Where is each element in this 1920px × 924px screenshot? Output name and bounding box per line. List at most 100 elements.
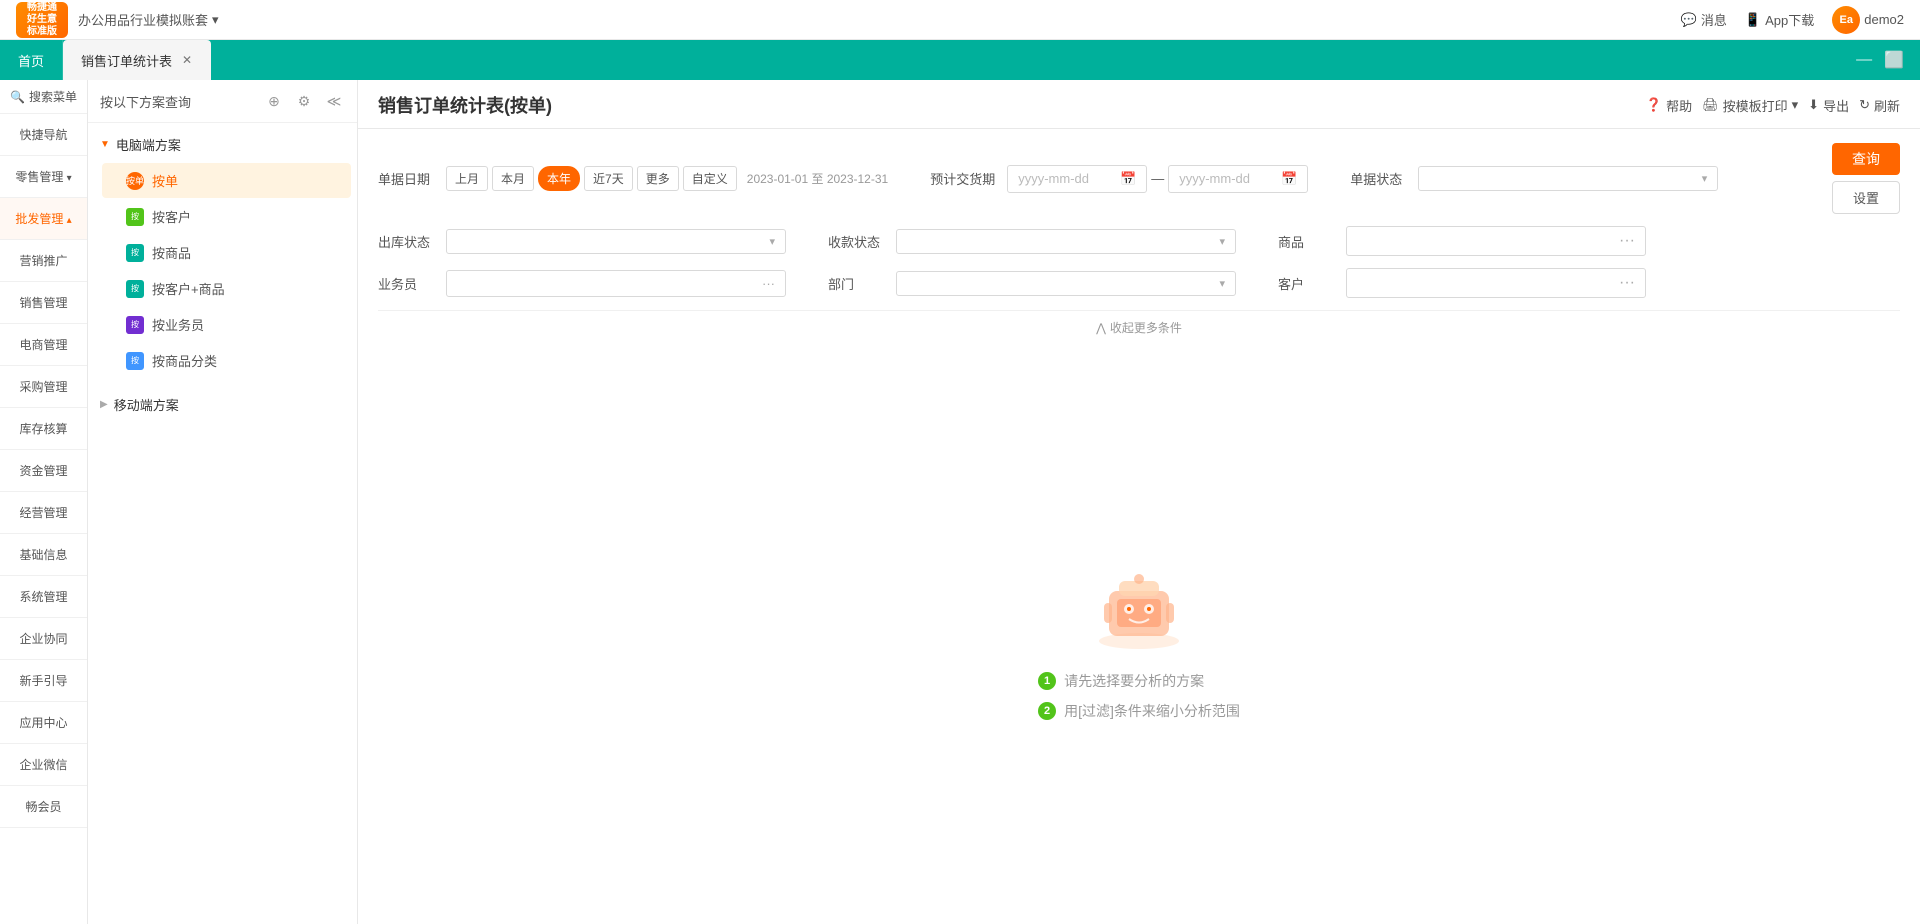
topbar-right: 💬 消息 📱 App下载 Ea demo2: [1681, 6, 1904, 34]
refresh-icon: ↻: [1859, 97, 1870, 113]
search-menu-btn[interactable]: 🔍 搜索菜单: [0, 80, 87, 114]
step-1-num: 1: [1038, 672, 1056, 690]
by-customer-product-label: 按客户+商品: [152, 279, 225, 298]
message-btn[interactable]: 💬 消息: [1681, 10, 1727, 29]
receipt-status-select[interactable]: ▾: [896, 229, 1236, 254]
maximize-button[interactable]: ⬜: [1884, 50, 1904, 70]
settings-scheme-btn[interactable]: ⚙: [293, 90, 315, 112]
sidebar-item-operations[interactable]: 经营管理: [0, 492, 87, 534]
avatar: Ea: [1832, 6, 1860, 34]
collapse-more-conditions-btn[interactable]: ⋀ 收起更多条件: [378, 310, 1900, 344]
left-panel-title: 按以下方案查询: [100, 92, 191, 111]
filter-section: 单据日期 上月 本月 本年 近7天 更多 自定义 2023-01-01 至 20…: [358, 129, 1920, 358]
tab-home[interactable]: 首页: [0, 40, 63, 80]
filter-row-1: 单据日期 上月 本月 本年 近7天 更多 自定义 2023-01-01 至 20…: [378, 143, 1900, 214]
app-download-btn[interactable]: 📱 App下载: [1745, 10, 1814, 29]
chevron-down-icon-4: ▾: [1219, 235, 1225, 248]
sidebar-item-system[interactable]: 系统管理: [0, 576, 87, 618]
tree-mobile-parent[interactable]: ▶ 移动端方案: [88, 387, 357, 422]
tree-pc-section: ▼ 电脑端方案 按单 按单 按 按客户 按 按商品: [88, 123, 357, 383]
help-btn[interactable]: ❓ 帮助: [1646, 96, 1692, 115]
salesman-select[interactable]: ···: [446, 270, 786, 297]
date-btn-last-7[interactable]: 近7天: [584, 166, 633, 191]
sidebar-item-marketing[interactable]: 营销推广: [0, 240, 87, 282]
sidebar-item-member[interactable]: 畅会员: [0, 786, 87, 828]
chevron-down-icon-2: ▾: [1702, 172, 1708, 185]
tree-pc-children: 按单 按单 按 按客户 按 按商品 按 按客户+商品: [88, 163, 357, 378]
chevron-down-icon-3: ▾: [769, 235, 775, 248]
date-btn-custom[interactable]: 自定义: [683, 166, 737, 191]
tree-child-by-salesman[interactable]: 按 按业务员: [102, 307, 351, 342]
step-2-num: 2: [1038, 702, 1056, 720]
delivery-status-label: 出库状态: [378, 232, 434, 251]
by-order-icon: 按单: [126, 172, 144, 190]
customer-select[interactable]: ···: [1346, 268, 1646, 298]
estimated-date-from[interactable]: yyyy-mm-dd 📅: [1007, 165, 1147, 193]
calendar-icon: 📅: [1120, 171, 1136, 187]
sidebar-item-wholesale[interactable]: 批发管理 ▴: [0, 198, 87, 240]
date-btn-this-year[interactable]: 本年: [538, 166, 580, 191]
sidebar-item-shortcut[interactable]: 快捷导航: [0, 114, 87, 156]
help-icon: ❓: [1646, 97, 1662, 113]
sidebar-item-ecommerce[interactable]: 电商管理: [0, 324, 87, 366]
sidebar-item-enterprise[interactable]: 企业协同: [0, 618, 87, 660]
sidebar-item-wechat[interactable]: 企业微信: [0, 744, 87, 786]
by-category-label: 按商品分类: [152, 351, 217, 370]
department-label: 部门: [828, 274, 884, 293]
by-customer-icon: 按: [126, 208, 144, 226]
tree-child-by-customer-product[interactable]: 按 按客户+商品: [102, 271, 351, 306]
sidebar-item-finance[interactable]: 资金管理: [0, 450, 87, 492]
sidebar-item-purchase[interactable]: 采购管理: [0, 366, 87, 408]
left-panel: 按以下方案查询 ⊕ ⚙ ≪ ▼ 电脑端方案: [88, 80, 358, 924]
tree-child-by-customer[interactable]: 按 按客户: [102, 199, 351, 234]
calendar-icon-2: 📅: [1281, 171, 1297, 187]
export-btn[interactable]: ⬇ 导出: [1808, 96, 1849, 115]
user-menu[interactable]: Ea demo2: [1832, 6, 1904, 34]
tree-child-by-order[interactable]: 按单 按单: [102, 163, 351, 198]
sidebar-item-appstore[interactable]: 应用中心: [0, 702, 87, 744]
date-btn-more[interactable]: 更多: [637, 166, 679, 191]
by-product-label: 按商品: [152, 243, 191, 262]
app-selector-label: 办公用品行业模拟账套: [78, 10, 208, 29]
tree-mobile-section: ▶ 移动端方案: [88, 383, 357, 426]
sidebar-item-basic[interactable]: 基础信息: [0, 534, 87, 576]
search-icon: 🔍: [10, 90, 25, 104]
print-btn[interactable]: 🖨 按模板打印 ▾: [1702, 96, 1798, 115]
sidebar: 🔍 搜索菜单 快捷导航 零售管理 ▾ 批发管理 ▴ 营销推广 销售管理 电商管理…: [0, 80, 88, 924]
content-area: 按以下方案查询 ⊕ ⚙ ≪ ▼ 电脑端方案: [88, 80, 1920, 924]
collapse-up-icon: ⋀: [1096, 321, 1106, 335]
dots-icon: ···: [1619, 232, 1635, 250]
setting-button[interactable]: 设置: [1832, 181, 1900, 214]
minimize-button[interactable]: —: [1856, 51, 1872, 69]
tab-sales-order-stats-label: 销售订单统计表: [81, 51, 172, 70]
by-product-icon: 按: [126, 244, 144, 262]
tree-child-by-category[interactable]: 按 按商品分类: [102, 343, 351, 378]
tree-child-by-product[interactable]: 按 按商品: [102, 235, 351, 270]
sidebar-item-inventory[interactable]: 库存核算: [0, 408, 87, 450]
tree-pc-parent[interactable]: ▼ 电脑端方案: [88, 127, 357, 162]
sidebar-item-sales[interactable]: 销售管理: [0, 282, 87, 324]
goods-select[interactable]: ···: [1346, 226, 1646, 256]
dots-icon-2: ···: [762, 276, 775, 291]
close-icon[interactable]: ✕: [182, 53, 192, 67]
sidebar-item-retail[interactable]: 零售管理 ▾: [0, 156, 87, 198]
query-button[interactable]: 查询: [1832, 143, 1900, 175]
tab-sales-order-stats[interactable]: 销售订单统计表 ✕: [63, 40, 211, 80]
collapse-panel-btn[interactable]: ≪: [323, 90, 345, 112]
sidebar-item-newbie[interactable]: 新手引导: [0, 660, 87, 702]
placeholder-illustration: [1079, 551, 1199, 651]
delivery-status-select[interactable]: ▾: [446, 229, 786, 254]
step-1-text: 请先选择要分析的方案: [1064, 671, 1204, 691]
add-scheme-btn[interactable]: ⊕: [263, 90, 285, 112]
chevron-down-icon-5: ▾: [1219, 277, 1225, 290]
refresh-btn[interactable]: ↻ 刷新: [1859, 96, 1900, 115]
tabbar: 首页 销售订单统计表 ✕ — ⬜: [0, 40, 1920, 80]
app-selector[interactable]: 办公用品行业模拟账套 ▾: [78, 10, 219, 29]
date-btn-this-month[interactable]: 本月: [492, 166, 534, 191]
receipt-status-label: 收款状态: [828, 232, 884, 251]
department-select[interactable]: ▾: [896, 271, 1236, 296]
logo: 畅捷通好生意标准版: [16, 2, 68, 38]
order-status-select[interactable]: ▾: [1418, 166, 1718, 191]
date-btn-last-month[interactable]: 上月: [446, 166, 488, 191]
estimated-date-to[interactable]: yyyy-mm-dd 📅: [1168, 165, 1308, 193]
